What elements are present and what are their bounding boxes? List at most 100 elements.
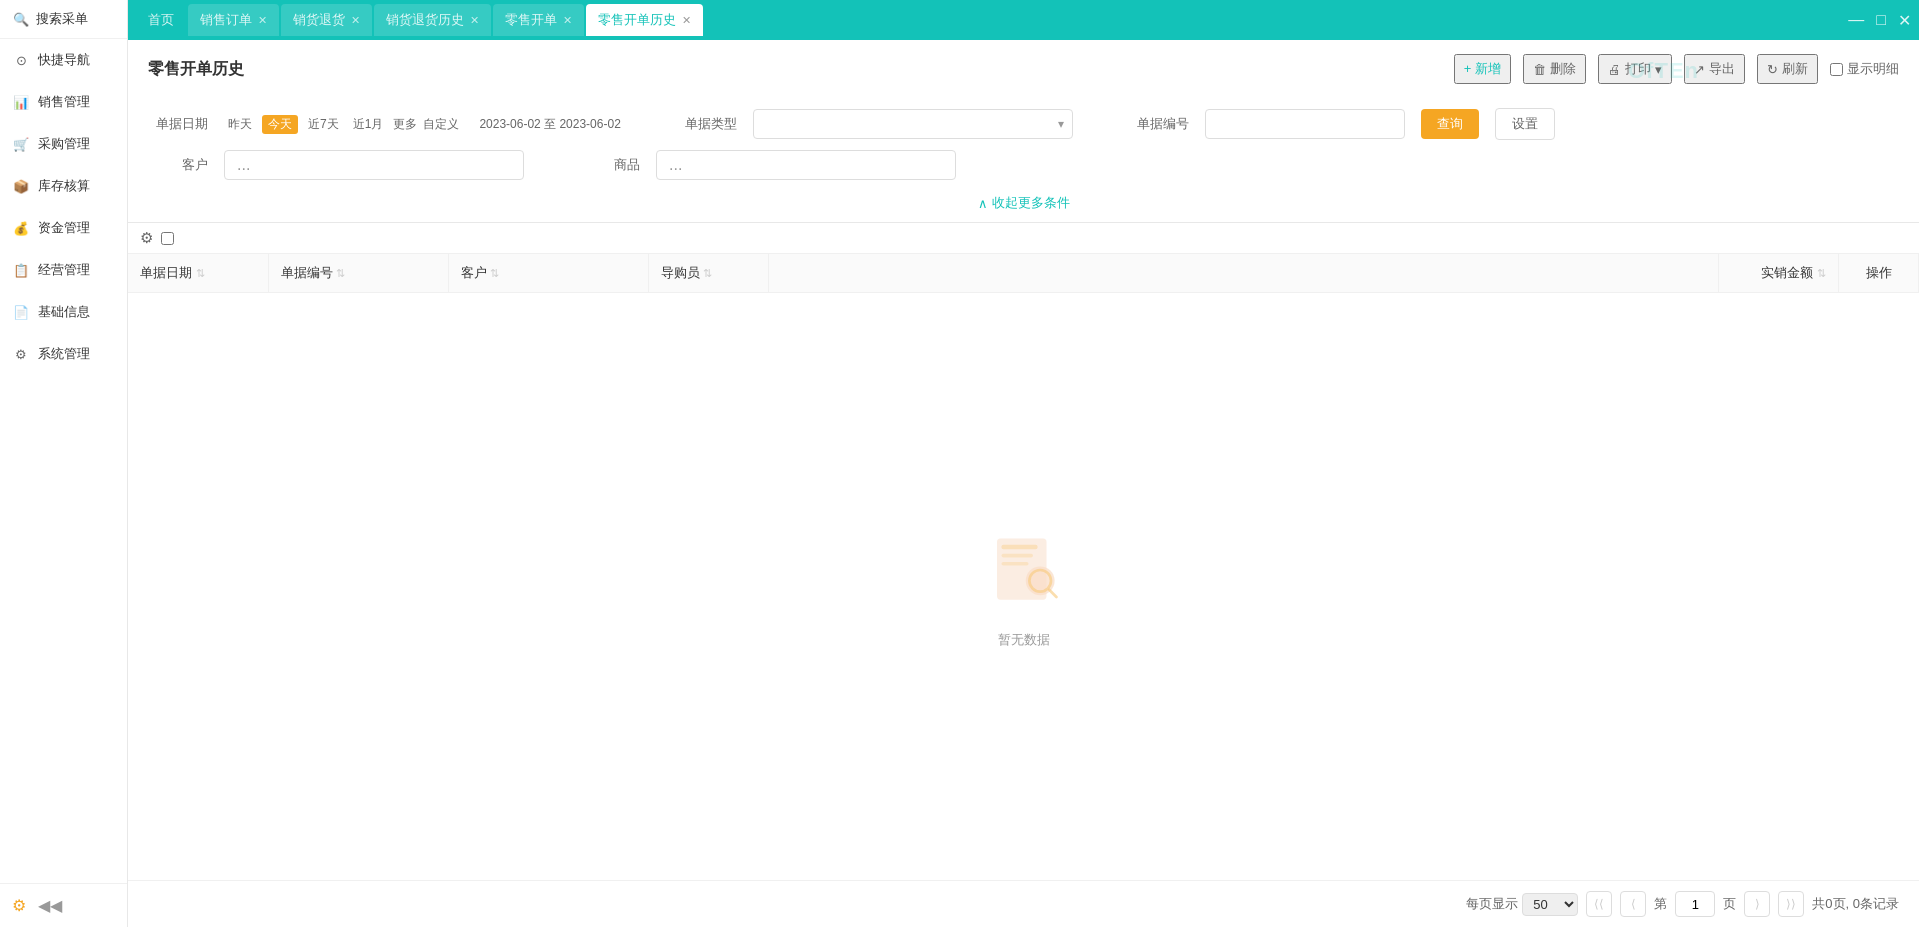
show-detail-checkbox[interactable]	[1830, 63, 1843, 76]
tab-home[interactable]: 首页	[136, 4, 186, 36]
col-header-amount[interactable]: 实销金额 ⇅	[1719, 254, 1839, 293]
doc-number-input[interactable]	[1205, 109, 1405, 139]
chevron-down-icon: ▾	[1058, 117, 1064, 131]
page-size-wrap: 每页显示 50 100 200	[1466, 893, 1578, 916]
svg-rect-3	[1001, 561, 1028, 565]
page-next-button[interactable]: ⟩	[1744, 891, 1770, 917]
sidebar-item-operation[interactable]: 📋 经营管理	[0, 249, 127, 291]
empty-state: 暂无数据	[128, 293, 1919, 880]
table-header-row: 单据日期 ⇅ 单据编号 ⇅ 客户 ⇅ 导购员 ⇅	[128, 254, 1919, 293]
sidebar-item-system[interactable]: ⚙ 系统管理	[0, 333, 127, 375]
print-label: 打印	[1625, 60, 1651, 78]
query-button[interactable]: 查询	[1421, 109, 1479, 139]
page-title: 零售开单历史	[148, 59, 244, 80]
window-maximize-icon[interactable]: □	[1876, 11, 1886, 29]
page-suffix: 页	[1723, 895, 1736, 913]
sidebar-item-label: 基础信息	[38, 303, 90, 321]
chevron-up-icon: ∧	[978, 196, 988, 211]
tab-retail-open[interactable]: 零售开单 ✕	[493, 4, 584, 36]
tab-sales-return[interactable]: 销货退货 ✕	[281, 4, 372, 36]
sidebar-item-label: 销售管理	[38, 93, 90, 111]
sidebar-search[interactable]: 🔍 搜索采单	[0, 0, 127, 39]
sidebar-bottom: ⚙ ◀◀	[0, 883, 127, 927]
sidebar-item-label: 经营管理	[38, 261, 90, 279]
doc-type-select[interactable]: ▾	[753, 109, 1073, 139]
delete-button[interactable]: 🗑 删除	[1523, 54, 1586, 84]
pagination: 每页显示 50 100 200 ⟨⟨ ⟨ 第 1 页 ⟩ ⟩⟩ 共0页, 0条记…	[128, 880, 1919, 927]
tab-sales-order-close[interactable]: ✕	[258, 14, 267, 27]
setting-button[interactable]: 设置	[1495, 108, 1555, 140]
tab-bar-right: — □ ✕	[1848, 11, 1911, 30]
sidebar-item-basic-info[interactable]: 📄 基础信息	[0, 291, 127, 333]
print-dropdown-icon: ▾	[1655, 62, 1662, 77]
cart-icon: 🛒	[12, 135, 30, 153]
filter-area: 单据日期 昨天 今天 近7天 近1月 更多 自定义 2023-06-02 至 2…	[148, 96, 1899, 222]
chart-icon: 📊	[12, 93, 30, 111]
window-close-icon[interactable]: ✕	[1898, 11, 1911, 30]
info-icon: 📄	[12, 303, 30, 321]
date-shortcut-7days[interactable]: 近7天	[304, 115, 343, 134]
new-button[interactable]: + 新增	[1454, 54, 1511, 84]
product-filter-label: 商品	[580, 156, 640, 174]
page-number-input[interactable]: 1	[1675, 891, 1715, 917]
print-button[interactable]: 🖨 打印 ▾	[1598, 54, 1672, 84]
export-icon: ↗	[1694, 62, 1705, 77]
tab-retail-open-close[interactable]: ✕	[563, 14, 572, 27]
collapse-filter-button[interactable]: ∧ 收起更多条件	[148, 190, 1899, 222]
tab-sales-return-close[interactable]: ✕	[351, 14, 360, 27]
sidebar-item-label: 资金管理	[38, 219, 90, 237]
page-prev-button[interactable]: ⟨	[1620, 891, 1646, 917]
export-button[interactable]: ↗ 导出	[1684, 54, 1745, 84]
sort-icon-number: ⇅	[336, 267, 345, 279]
sort-icon-customer: ⇅	[490, 267, 499, 279]
date-shortcut-1month[interactable]: 近1月	[349, 115, 388, 134]
page-last-button[interactable]: ⟩⟩	[1778, 891, 1804, 917]
sidebar-item-purchase-mgmt[interactable]: 🛒 采购管理	[0, 123, 127, 165]
table-toolbar: ⚙	[128, 223, 1919, 254]
select-all-checkbox[interactable]	[161, 232, 174, 245]
col-header-date[interactable]: 单据日期 ⇅	[128, 254, 268, 293]
sidebar: 🔍 搜索采单 ⊙ 快捷导航 📊 销售管理 🛒 采购管理 📦 库存核算 💰 资金管…	[0, 0, 128, 927]
show-detail-label: 显示明细	[1847, 60, 1899, 78]
col-number-label: 单据编号	[281, 265, 333, 280]
briefcase-icon: 📋	[12, 261, 30, 279]
show-detail-checkbox-wrap[interactable]: 显示明细	[1830, 60, 1899, 78]
customer-select[interactable]: ...	[224, 150, 524, 180]
sidebar-item-label: 库存核算	[38, 177, 90, 195]
filter-row-date: 单据日期 昨天 今天 近7天 近1月 更多 自定义 2023-06-02 至 2…	[148, 108, 1899, 140]
page-first-button[interactable]: ⟨⟨	[1586, 891, 1612, 917]
refresh-button[interactable]: ↻ 刷新	[1757, 54, 1818, 84]
tab-sales-order[interactable]: 销售订单 ✕	[188, 4, 279, 36]
sidebar-item-inventory[interactable]: 📦 库存核算	[0, 165, 127, 207]
refresh-icon: ↻	[1767, 62, 1778, 77]
date-range-text: 2023-06-02 至 2023-06-02	[479, 116, 620, 133]
money-icon: 💰	[12, 219, 30, 237]
svg-rect-2	[1001, 553, 1033, 557]
tab-sales-return-history-close[interactable]: ✕	[470, 14, 479, 27]
table-settings-icon[interactable]: ⚙	[140, 229, 153, 247]
per-page-select[interactable]: 50 100 200	[1522, 893, 1578, 916]
col-header-guide[interactable]: 导购员 ⇅	[648, 254, 768, 293]
empty-state-text: 暂无数据	[998, 631, 1050, 649]
tab-retail-open-history[interactable]: 零售开单历史 ✕	[586, 4, 703, 36]
window-minimize-icon[interactable]: —	[1848, 11, 1864, 29]
settings-gear-button[interactable]: ⚙	[12, 896, 26, 915]
sort-icon-amount: ⇅	[1817, 267, 1826, 279]
tab-sales-return-label: 销货退货	[293, 11, 345, 29]
doc-number-filter-label: 单据编号	[1129, 115, 1189, 133]
product-select[interactable]: ...	[656, 150, 956, 180]
empty-state-icon	[979, 525, 1069, 615]
sidebar-item-sales-mgmt[interactable]: 📊 销售管理	[0, 81, 127, 123]
date-shortcut-more[interactable]: 更多	[393, 116, 417, 133]
date-shortcut-today[interactable]: 今天	[262, 115, 298, 134]
tab-retail-open-history-close[interactable]: ✕	[682, 14, 691, 27]
col-header-customer[interactable]: 客户 ⇅	[448, 254, 648, 293]
sidebar-item-finance[interactable]: 💰 资金管理	[0, 207, 127, 249]
sidebar-item-quick-nav[interactable]: ⊙ 快捷导航	[0, 39, 127, 81]
collapse-sidebar-button[interactable]: ◀◀	[38, 896, 62, 915]
date-shortcut-custom[interactable]: 自定义	[423, 116, 459, 133]
svg-rect-1	[1001, 544, 1037, 549]
col-header-number[interactable]: 单据编号 ⇅	[268, 254, 448, 293]
tab-sales-return-history[interactable]: 销货退货历史 ✕	[374, 4, 491, 36]
date-shortcut-yesterday[interactable]: 昨天	[224, 115, 256, 134]
